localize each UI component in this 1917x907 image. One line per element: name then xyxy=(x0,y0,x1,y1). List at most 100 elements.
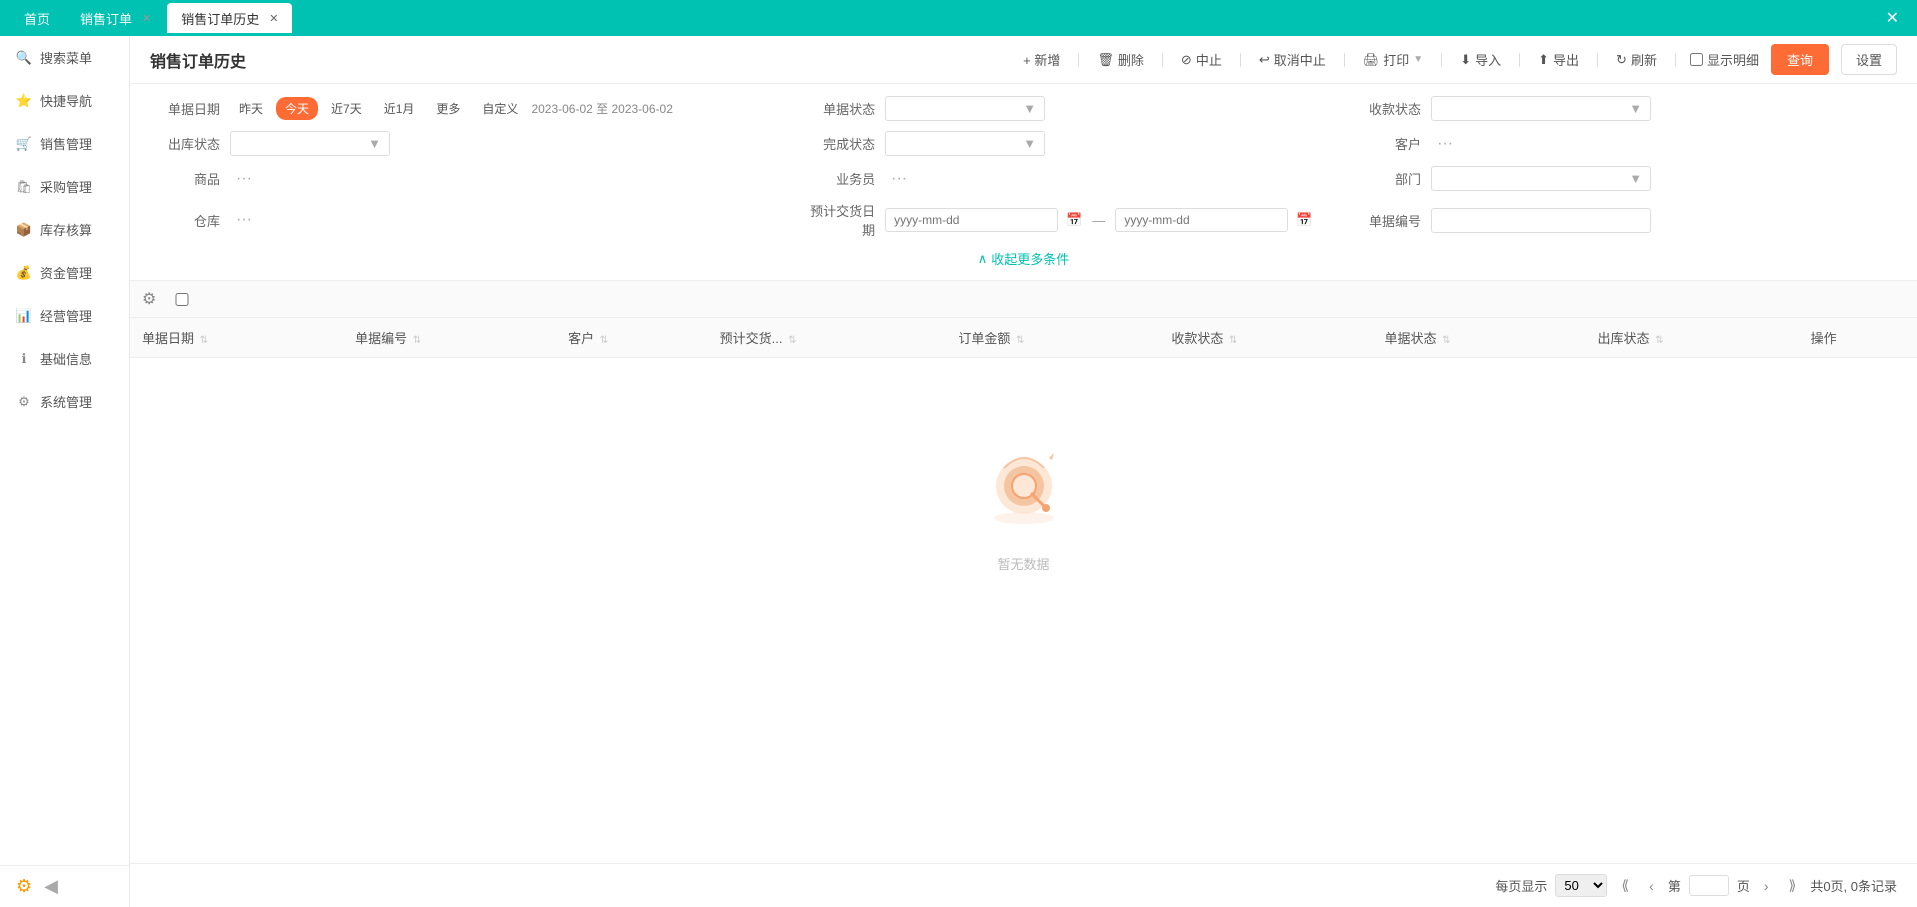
status-label: 单据状态 xyxy=(805,99,885,118)
warehouse-label: 仓库 xyxy=(150,211,230,230)
receipt-status-filter: ▼ xyxy=(1431,96,1897,121)
home-tab[interactable]: 首页 xyxy=(10,3,64,33)
complete-status-label: 完成状态 xyxy=(805,134,885,153)
delivery-date-to[interactable] xyxy=(1115,208,1288,232)
date-btn-more[interactable]: 更多 xyxy=(427,97,469,120)
filter-col-delivery-date: 预计交货日期 📅 — 📅 xyxy=(805,201,1351,239)
th-delivery-date[interactable]: 预计交货... ⇅ xyxy=(708,318,947,358)
sidebar-collapse-icon[interactable]: ◀ xyxy=(44,876,58,897)
product-filter: ··· xyxy=(230,170,805,188)
sidebar-item-sales[interactable]: 🛒 销售管理 xyxy=(0,122,129,165)
status-select-arrow: ▼ xyxy=(1023,101,1036,116)
select-all-checkbox[interactable] xyxy=(166,293,198,306)
th-receipt-status[interactable]: 收款状态 ⇅ xyxy=(1159,318,1372,358)
sidebar-item-basic[interactable]: ℹ 基础信息 xyxy=(0,337,129,380)
sidebar: 🔍 搜索菜单 ⭐ 快捷导航 🛒 销售管理 🛍 采购管理 📦 库存核算 💰 资金管… xyxy=(0,36,130,907)
page-last-btn[interactable]: ⟫ xyxy=(1783,875,1803,896)
tab-close-sales-order-history[interactable]: ✕ xyxy=(269,12,278,25)
page-header: 销售订单历史 + 新增 🗑 删除 ⊘ 中止 ↩ 取消中止 xyxy=(130,36,1917,84)
pagination: 每页显示 50 10 20 100 ⟪ ‹ 第 1 页 › ⟫ 共0页, 0条记… xyxy=(130,863,1917,907)
sidebar-item-quicknav[interactable]: ⭐ 快捷导航 xyxy=(0,79,129,122)
sort-customer-icon: ⇅ xyxy=(600,335,608,346)
sidebar-item-search[interactable]: 🔍 搜索菜单 xyxy=(0,36,129,79)
page-size-select[interactable]: 50 10 20 100 xyxy=(1555,874,1607,897)
sales-icon: 🛒 xyxy=(16,136,32,152)
finance-icon: 💰 xyxy=(16,265,32,281)
sidebar-item-finance[interactable]: 💰 资金管理 xyxy=(0,251,129,294)
print-btn[interactable]: 🖨 打印 ▼ xyxy=(1359,48,1427,71)
page-input[interactable]: 1 xyxy=(1689,875,1729,896)
set-btn[interactable]: 设置 xyxy=(1841,44,1897,75)
page-first-btn[interactable]: ⟪ xyxy=(1615,875,1635,896)
date-btn-7days[interactable]: 近7天 xyxy=(322,97,371,120)
outbound-filter: ▼ xyxy=(230,131,805,156)
sidebar-gear-icon[interactable]: ⚙ xyxy=(16,876,32,897)
refresh-btn[interactable]: ↻ 刷新 xyxy=(1612,48,1661,71)
status-select[interactable]: ▼ xyxy=(885,96,1045,121)
filter-col-date: 单据日期 昨天 今天 近7天 近1月 更多 自定义 2023-06-02 至 2… xyxy=(150,97,805,120)
dept-select[interactable]: ▼ xyxy=(1431,166,1651,191)
outbound-status-label: 出库状态 xyxy=(150,134,230,153)
date-btn-yesterday[interactable]: 昨天 xyxy=(230,97,272,120)
calendar-from-icon[interactable]: 📅 xyxy=(1066,212,1082,228)
sort-orderno-icon: ⇅ xyxy=(413,335,421,346)
dept-filter: ▼ xyxy=(1431,166,1897,191)
cancel-stop-btn[interactable]: ↩ 取消中止 xyxy=(1255,48,1330,71)
date-filter-control: 昨天 今天 近7天 近1月 更多 自定义 2023-06-02 至 2023-0… xyxy=(230,97,805,120)
salesman-filter: ··· xyxy=(885,170,1351,188)
sidebar-item-purchase[interactable]: 🛍 采购管理 xyxy=(0,165,129,208)
stop-btn[interactable]: ⊘ 中止 xyxy=(1177,48,1226,71)
product-dots-btn[interactable]: ··· xyxy=(230,170,258,188)
tab-sales-order-history[interactable]: 销售订单历史 ✕ xyxy=(167,3,292,33)
th-order-no[interactable]: 单据编号 ⇅ xyxy=(343,318,556,358)
print-arrow-icon: ▼ xyxy=(1413,54,1423,65)
divider-6 xyxy=(1519,53,1520,67)
tab-close-sales-order[interactable]: ✕ xyxy=(142,12,151,25)
th-amount[interactable]: 订单金额 ⇅ xyxy=(946,318,1159,358)
sidebar-item-management[interactable]: 📊 经营管理 xyxy=(0,294,129,337)
new-btn[interactable]: + 新增 xyxy=(1019,48,1064,71)
sidebar-item-system[interactable]: ⚙ 系统管理 xyxy=(0,380,129,423)
customer-dots-btn[interactable]: ··· xyxy=(1431,135,1459,153)
page-label: 第 xyxy=(1668,876,1681,895)
th-order-status[interactable]: 单据状态 ⇅ xyxy=(1372,318,1585,358)
date-btn-1month[interactable]: 近1月 xyxy=(375,97,424,120)
delivery-date-from[interactable] xyxy=(885,208,1058,232)
warehouse-filter: ··· xyxy=(230,211,805,229)
export-btn[interactable]: ⬆ 导出 xyxy=(1534,48,1583,71)
receipt-status-label: 收款状态 xyxy=(1351,99,1431,118)
receipt-status-select[interactable]: ▼ xyxy=(1431,96,1651,121)
table-gear-btn[interactable]: ⚙ xyxy=(142,289,156,309)
th-date[interactable]: 单据日期 ⇅ xyxy=(130,318,343,358)
order-no-filter xyxy=(1431,208,1897,233)
filter-row-3: 商品 ··· 业务员 ··· 部门 ▼ xyxy=(150,166,1897,191)
page-prev-btn[interactable]: ‹ xyxy=(1643,876,1660,896)
warehouse-dots-btn[interactable]: ··· xyxy=(230,211,258,229)
top-close-btn[interactable]: ✕ xyxy=(1878,8,1907,28)
filter-col-salesman: 业务员 ··· xyxy=(805,169,1351,188)
show-detail-checkbox[interactable]: 显示明细 xyxy=(1690,50,1759,69)
delete-btn[interactable]: 🗑 删除 xyxy=(1093,48,1148,71)
sidebar-item-inventory[interactable]: 📦 库存核算 xyxy=(0,208,129,251)
complete-arrow: ▼ xyxy=(1023,136,1036,151)
page-next-btn[interactable]: › xyxy=(1758,876,1775,896)
show-detail-input[interactable] xyxy=(1690,53,1703,66)
filter-row-1: 单据日期 昨天 今天 近7天 近1月 更多 自定义 2023-06-02 至 2… xyxy=(150,96,1897,121)
th-action: 操作 xyxy=(1799,318,1917,358)
date-btn-today[interactable]: 今天 xyxy=(276,97,318,120)
import-btn[interactable]: ⬇ 导入 xyxy=(1456,48,1505,71)
complete-status-select[interactable]: ▼ xyxy=(885,131,1045,156)
calendar-to-icon[interactable]: 📅 xyxy=(1296,212,1312,228)
customer-label: 客户 xyxy=(1351,134,1431,153)
date-btn-custom[interactable]: 自定义 xyxy=(473,97,527,120)
tab-sales-order[interactable]: 销售订单 ✕ xyxy=(66,3,165,33)
th-customer[interactable]: 客户 ⇅ xyxy=(556,318,708,358)
query-btn[interactable]: 查询 xyxy=(1771,44,1829,75)
order-no-input[interactable] xyxy=(1431,208,1651,233)
collapse-btn[interactable]: ∧ 收起更多条件 xyxy=(150,249,1897,268)
divider-5 xyxy=(1441,53,1442,67)
outbound-status-select[interactable]: ▼ xyxy=(230,131,390,156)
th-outbound-status[interactable]: 出库状态 ⇅ xyxy=(1586,318,1799,358)
outbound-arrow: ▼ xyxy=(368,136,381,151)
salesman-dots-btn[interactable]: ··· xyxy=(885,170,913,188)
